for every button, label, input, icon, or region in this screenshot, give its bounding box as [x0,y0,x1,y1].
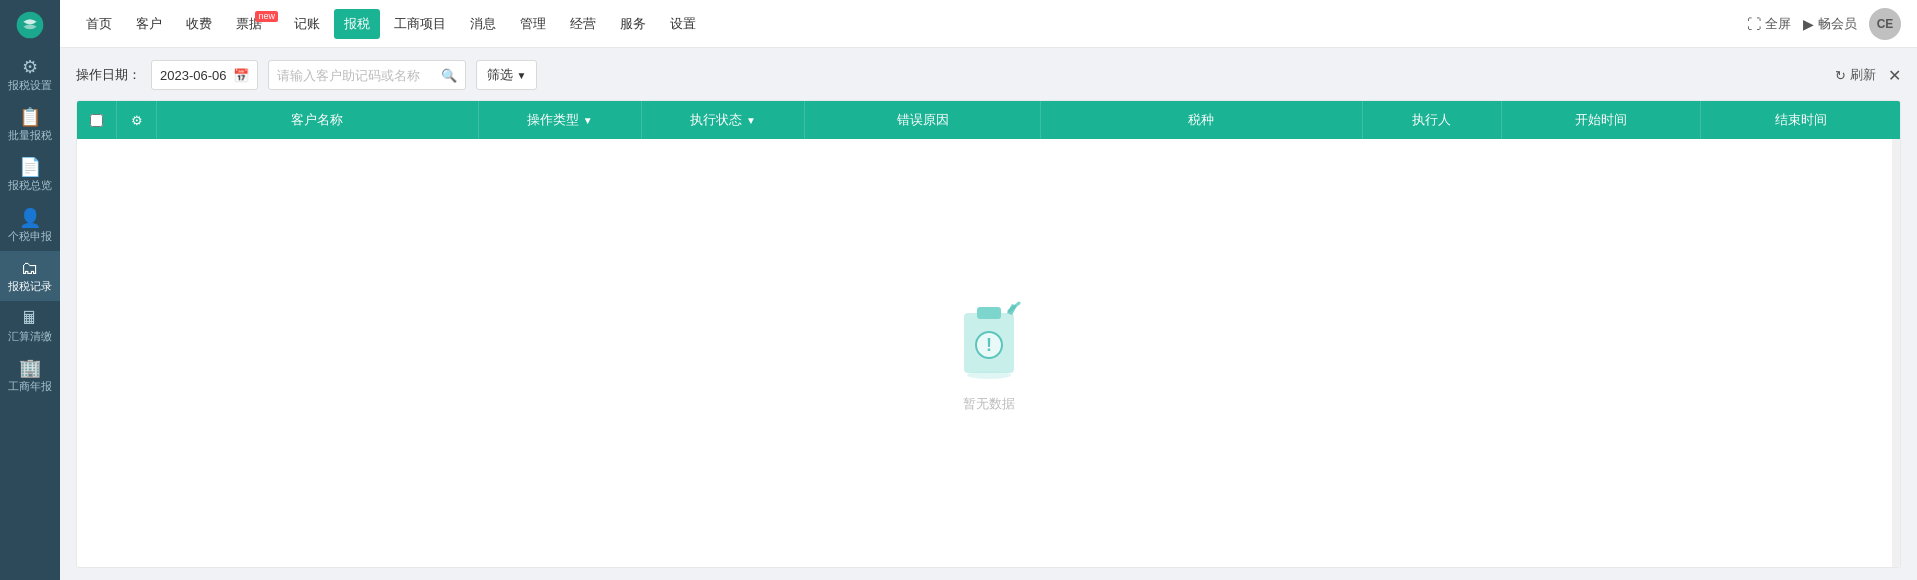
toolbar-right: ↻ 刷新 ✕ [1835,66,1901,85]
sidebar-item-tax-settings-label: 报税设置 [8,79,52,92]
nav-home[interactable]: 首页 [76,9,122,39]
date-picker[interactable]: 2023-06-06 📅 [151,60,258,90]
tax-records-icon: 🗂 [21,259,39,277]
sort-icon-optype: ▼ [583,115,593,126]
filter-button[interactable]: 筛选 ▼ [476,60,538,90]
annual-report-icon: 🏢 [19,359,41,377]
toolbar: 操作日期： 2023-06-06 📅 🔍 筛选 ▼ ↻ 刷新 ✕ [76,60,1901,90]
table-header: ⚙ 客户名称 操作类型 ▼ 执行状态 ▼ 错误原因 税种 [77,101,1900,139]
main-area: 首页 客户 收费 票据 new 记账 报税 工商项目 消息 [60,0,1917,580]
sidebar-item-calc-pay-label: 汇算清缴 [8,330,52,343]
sidebar-item-personal-tax[interactable]: 👤 个税申报 [0,201,60,251]
tax-summary-icon: 📄 [19,158,41,176]
new-badge: new [255,11,278,22]
filter-label: 筛选 [487,66,513,84]
svg-text:!: ! [986,335,992,355]
th-exec-status[interactable]: 执行状态 ▼ [642,101,805,139]
sidebar-item-tax-summary[interactable]: 📄 报税总览 [0,150,60,200]
sort-icon-status: ▼ [746,115,756,126]
empty-state-icon: ! [949,293,1029,383]
nav-tax[interactable]: 报税 [334,9,380,39]
calc-pay-icon: 🖩 [21,309,39,327]
table-body: ! 暂无数据 [77,139,1900,567]
app-logo[interactable] [0,0,60,50]
avatar[interactable]: CE [1869,8,1901,40]
th-op-type[interactable]: 操作类型 ▼ [479,101,642,139]
sidebar-item-personal-tax-label: 个税申报 [8,230,52,243]
sidebar-item-tax-records[interactable]: 🗂 报税记录 [0,251,60,301]
nav-billing[interactable]: 收费 [176,9,222,39]
date-label: 操作日期： [76,66,141,84]
nav-items: 首页 客户 收费 票据 new 记账 报税 工商项目 消息 [76,9,1747,39]
select-all-checkbox[interactable] [90,114,103,127]
nav-settings[interactable]: 设置 [660,9,706,39]
empty-state: ! 暂无数据 [949,293,1029,413]
svg-point-8 [967,371,1011,379]
refresh-button[interactable]: ↻ 刷新 [1835,66,1876,84]
nav-management[interactable]: 管理 [510,9,556,39]
refresh-icon: ↻ [1835,68,1846,83]
member-button[interactable]: ▶ 畅会员 [1803,15,1857,33]
sidebar-item-tax-summary-label: 报税总览 [8,179,52,192]
video-icon: ▶ [1803,16,1814,32]
empty-text: 暂无数据 [963,395,1015,413]
th-start-time: 开始时间 [1502,101,1702,139]
th-tax-type: 税种 [1041,101,1363,139]
gear-icon: ⚙ [131,113,143,128]
personal-tax-icon: 👤 [19,209,41,227]
th-end-time: 结束时间 [1701,101,1900,139]
sidebar-item-tax-settings[interactable]: ⚙ 报税设置 [0,50,60,100]
nav-accounting[interactable]: 记账 [284,9,330,39]
fullscreen-icon: ⛶ [1747,16,1761,32]
th-executor: 执行人 [1363,101,1502,139]
tax-settings-icon: ⚙ [22,58,38,76]
svg-rect-2 [977,307,1001,319]
page-content: 操作日期： 2023-06-06 📅 🔍 筛选 ▼ ↻ 刷新 ✕ [60,48,1917,580]
sidebar-item-batch-tax-label: 批量报税 [8,129,52,142]
data-table: ⚙ 客户名称 操作类型 ▼ 执行状态 ▼ 错误原因 税种 [76,100,1901,568]
date-value: 2023-06-06 [160,68,227,83]
nav-customers[interactable]: 客户 [126,9,172,39]
nav-messages[interactable]: 消息 [460,9,506,39]
search-box: 🔍 [268,60,466,90]
batch-tax-icon: 📋 [19,108,41,126]
th-client-name: 客户名称 [157,101,479,139]
sidebar-item-calc-pay[interactable]: 🖩 汇算清缴 [0,301,60,351]
scrollbar-track[interactable] [1892,139,1900,567]
sidebar-item-annual-report-label: 工商年报 [8,380,52,393]
search-input[interactable] [277,68,437,83]
topnav-right: ⛶ 全屏 ▶ 畅会员 CE [1747,8,1901,40]
sidebar-item-annual-report[interactable]: 🏢 工商年报 [0,351,60,401]
th-gear[interactable]: ⚙ [117,101,157,139]
close-button[interactable]: ✕ [1888,66,1901,85]
th-error-reason: 错误原因 [805,101,1041,139]
th-checkbox[interactable] [77,101,117,139]
search-icon: 🔍 [441,68,457,83]
calendar-icon: 📅 [233,68,249,83]
chevron-down-icon: ▼ [517,70,527,81]
nav-commerce[interactable]: 工商项目 [384,9,456,39]
nav-finance[interactable]: 经营 [560,9,606,39]
fullscreen-button[interactable]: ⛶ 全屏 [1747,15,1791,33]
sidebar: ⚙ 报税设置 📋 批量报税 📄 报税总览 👤 个税申报 🗂 报税记录 🖩 汇算清… [0,0,60,580]
top-navigation: 首页 客户 收费 票据 new 记账 报税 工商项目 消息 [60,0,1917,48]
nav-invoice[interactable]: 票据 new [226,9,280,39]
sidebar-item-tax-records-label: 报税记录 [8,280,52,293]
nav-services[interactable]: 服务 [610,9,656,39]
sidebar-item-batch-tax[interactable]: 📋 批量报税 [0,100,60,150]
